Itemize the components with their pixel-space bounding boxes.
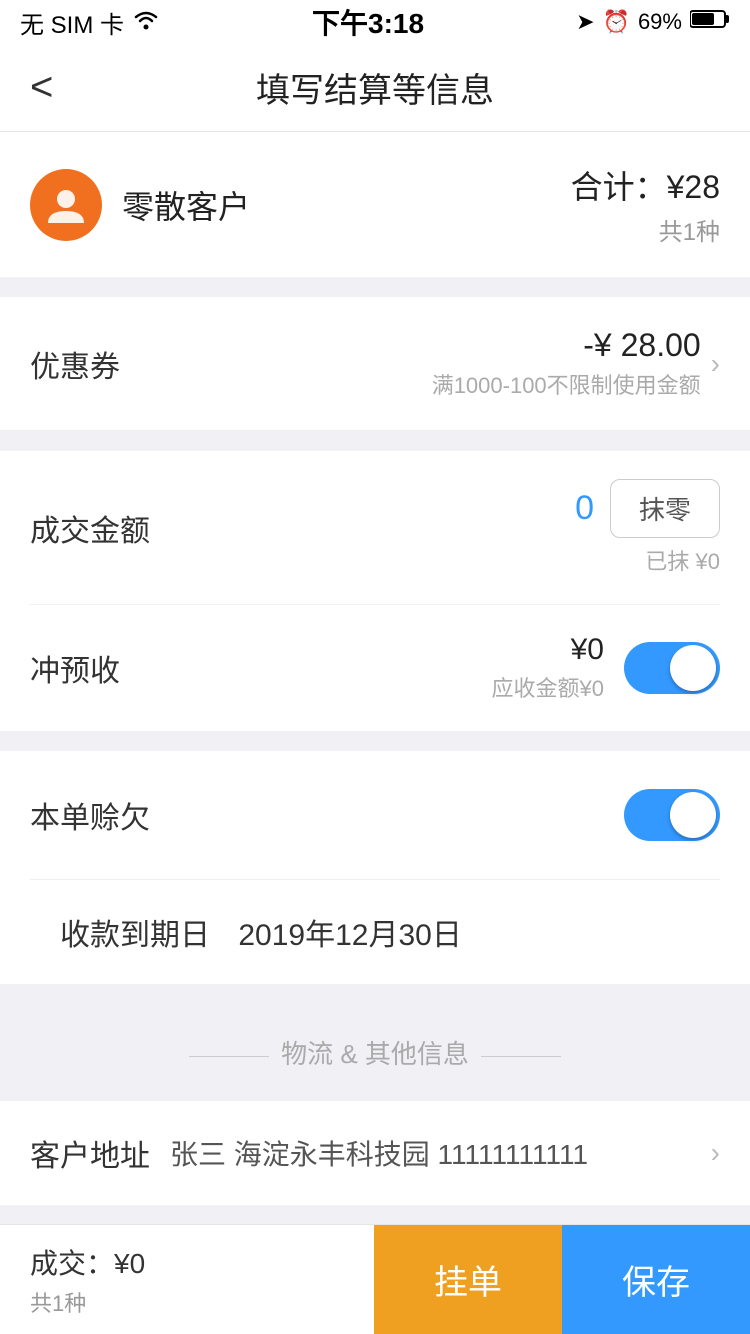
- toggle-knob: [670, 645, 716, 691]
- address-row[interactable]: 客户地址 张三 海淀永丰科技园 11111111111 ›: [0, 1101, 750, 1205]
- bottom-deal-label: 成交：¥0: [30, 1242, 344, 1282]
- logistics-label: 物流 & 其他信息: [177, 1034, 573, 1071]
- bottom-count: 共1种: [30, 1286, 344, 1318]
- status-right: ➤ ⏰ 69%: [576, 9, 730, 35]
- address-chevron-icon: ›: [711, 1137, 720, 1169]
- charge-advance-label: 冲预收: [30, 646, 120, 690]
- bottom-info: 成交：¥0 共1种: [0, 1242, 374, 1318]
- hold-button[interactable]: 挂单: [374, 1225, 562, 1334]
- deal-amount-label: 成交金额: [30, 506, 150, 550]
- deal-section: 成交金额 0 抹零 已抹 ¥0 冲预收 ¥0 应收金额¥0: [0, 451, 750, 731]
- address-label: 客户地址: [30, 1131, 150, 1175]
- charge-advance-row: 冲预收 ¥0 应收金额¥0: [30, 605, 720, 731]
- bottom-bar: 成交：¥0 共1种 挂单 保存: [0, 1224, 750, 1334]
- logistics-section: 物流 & 其他信息: [0, 1004, 750, 1101]
- due-date-row: 收款到期日 2019年12月30日: [30, 879, 720, 984]
- round-button[interactable]: 抹零: [610, 479, 720, 538]
- customer-row: 零散客户 合计：¥28 共1种: [0, 132, 750, 277]
- customer-name: 零散客户: [122, 182, 250, 228]
- status-left: 无 SIM 卡: [20, 5, 160, 40]
- sim-status: 无 SIM 卡: [20, 5, 124, 40]
- debt-section: 本单赊欠 收款到期日 2019年12月30日: [0, 751, 750, 984]
- charge-advance-right: ¥0 应收金额¥0: [492, 633, 720, 703]
- deal-amount-row: 成交金额 0 抹零 已抹 ¥0: [30, 451, 720, 605]
- coupon-desc: 满1000-100不限制使用金额: [432, 368, 701, 400]
- deal-amount-value: 0: [575, 489, 594, 528]
- total-amount: 合计：¥28: [571, 162, 720, 208]
- coupon-discount: -¥ 28.00: [432, 327, 701, 364]
- charge-sub: 应收金额¥0: [492, 671, 604, 703]
- coupon-right: -¥ 28.00 满1000-100不限制使用金额 ›: [432, 327, 720, 400]
- charge-advance-toggle[interactable]: [624, 642, 720, 694]
- debt-toggle-knob: [670, 792, 716, 838]
- customer-left: 零散客户: [30, 169, 250, 241]
- due-date-label: 收款到期日: [60, 919, 210, 952]
- coupon-label: 优惠券: [30, 342, 120, 386]
- charge-amount: ¥0: [571, 633, 604, 667]
- wifi-icon: [132, 8, 160, 37]
- debt-toggle[interactable]: [624, 789, 720, 841]
- address-value: 张三 海淀永丰科技园 11111111111: [170, 1133, 711, 1173]
- main-content: 零散客户 合计：¥28 共1种 优惠券 -¥ 28.00 满1000-100不限…: [0, 132, 750, 1325]
- save-button[interactable]: 保存: [562, 1225, 750, 1334]
- coupon-row[interactable]: 优惠券 -¥ 28.00 满1000-100不限制使用金额 ›: [0, 297, 750, 431]
- total-count: 共1种: [571, 212, 720, 247]
- customer-total: 合计：¥28 共1种: [571, 162, 720, 247]
- deal-sub-label: 已抹 ¥0: [645, 544, 720, 576]
- coupon-section: 优惠券 -¥ 28.00 满1000-100不限制使用金额 ›: [0, 297, 750, 431]
- status-time: 下午3:18: [312, 2, 424, 42]
- deal-value-row: 0 抹零: [575, 479, 720, 538]
- location-icon: ➤: [576, 9, 594, 35]
- coupon-info: -¥ 28.00 满1000-100不限制使用金额: [432, 327, 701, 400]
- battery-icon: [690, 9, 730, 35]
- status-bar: 无 SIM 卡 下午3:18 ➤ ⏰ 69%: [0, 0, 750, 44]
- nav-bar: < 填写结算等信息: [0, 44, 750, 132]
- customer-avatar: [30, 169, 102, 241]
- debt-label: 本单赊欠: [30, 793, 150, 837]
- page-title: 填写结算等信息: [256, 63, 494, 112]
- coupon-chevron-icon: ›: [711, 348, 720, 380]
- deal-amount-right: 0 抹零 已抹 ¥0: [575, 479, 720, 576]
- bottom-deal-text: 成交：: [30, 1248, 114, 1279]
- battery-percent: 69%: [638, 9, 682, 35]
- bottom-deal-amount: ¥0: [114, 1248, 145, 1279]
- alarm-icon: ⏰: [603, 9, 630, 35]
- back-button[interactable]: <: [30, 65, 53, 110]
- due-date-value: 2019年12月30日: [238, 919, 461, 952]
- address-section: 客户地址 张三 海淀永丰科技园 11111111111 ›: [0, 1101, 750, 1205]
- charge-right: ¥0 应收金额¥0: [492, 633, 604, 703]
- debt-row: 本单赊欠: [30, 751, 720, 879]
